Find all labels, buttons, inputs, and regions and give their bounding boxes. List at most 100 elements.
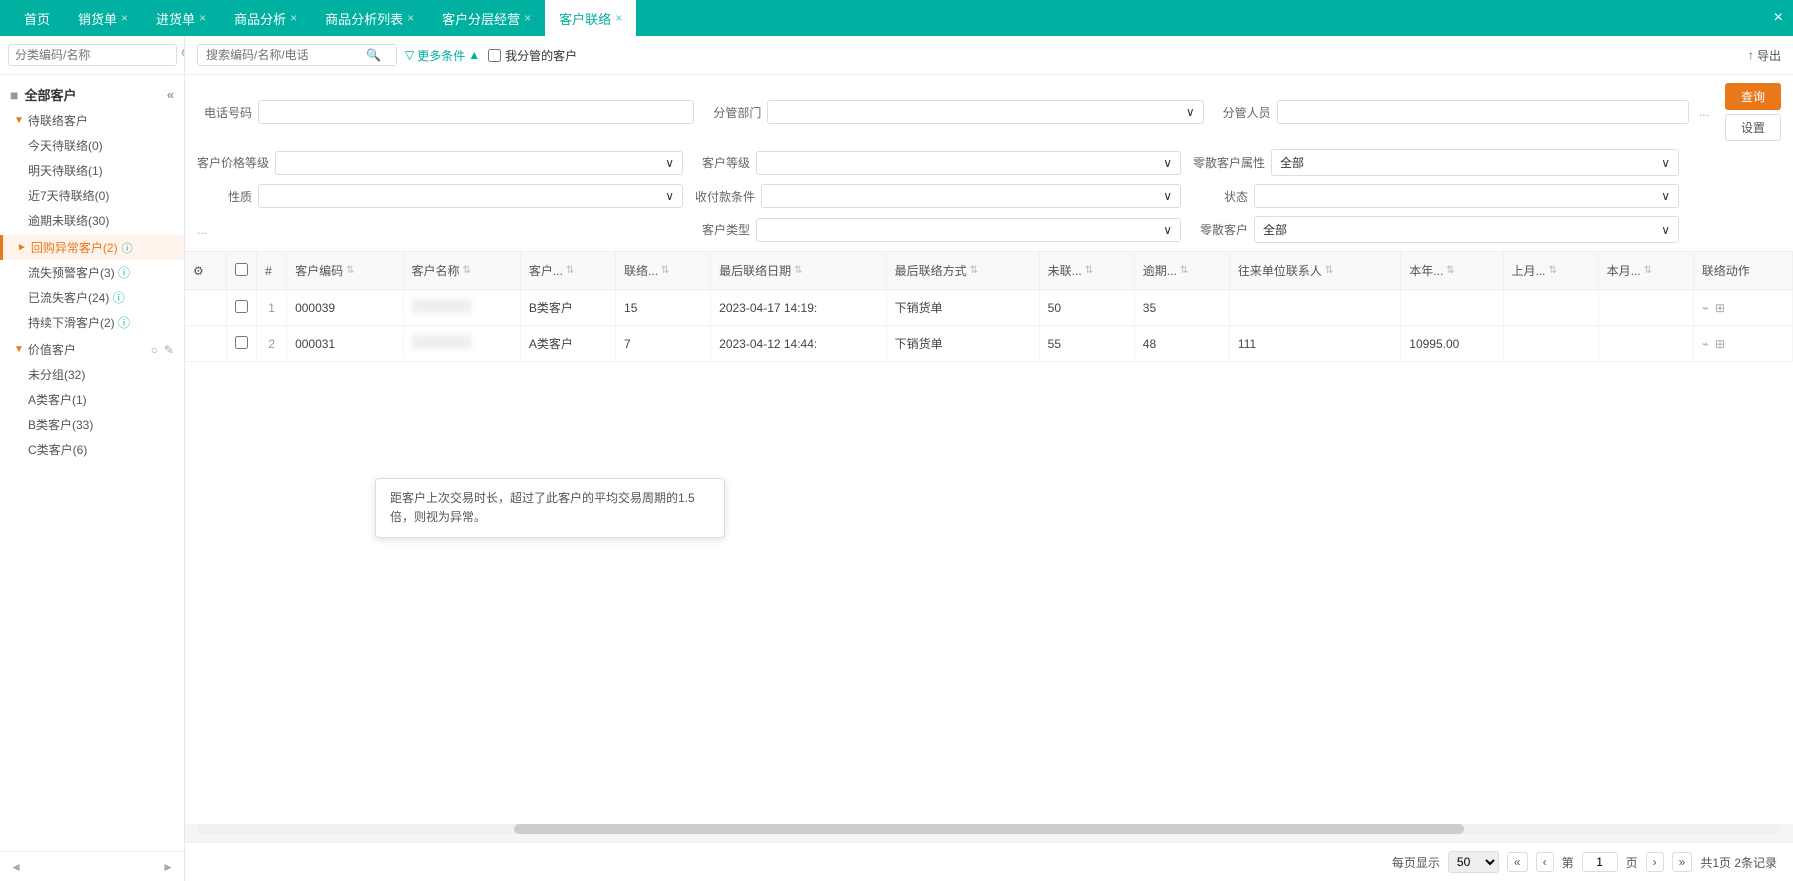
payment-select[interactable]: ∨	[761, 184, 1181, 208]
nav-home[interactable]: 首页	[10, 0, 64, 36]
col-category[interactable]: 客户... ⇅	[520, 252, 615, 290]
col-name[interactable]: 客户名称 ⇅	[403, 252, 520, 290]
sidebar-all-customers[interactable]: ■ 全部客户 «	[0, 81, 184, 108]
row2-action2-icon[interactable]: ⊞	[1715, 337, 1725, 351]
tree-item-unclassified[interactable]: 未分组(32)	[0, 362, 184, 387]
status-select[interactable]: ∨	[1254, 184, 1679, 208]
col-uncontacted[interactable]: 未联... ⇅	[1039, 252, 1134, 290]
col-overdue[interactable]: 逾期... ⇅	[1134, 252, 1229, 290]
customer-type-select[interactable]: ∨	[756, 218, 1181, 242]
col-this-year[interactable]: 本年... ⇅	[1401, 252, 1503, 290]
last-page-btn[interactable]: »	[1672, 852, 1693, 872]
tree-item-class-a[interactable]: A类客户(1)	[0, 387, 184, 412]
query-button[interactable]: 查询	[1725, 83, 1781, 110]
col-code[interactable]: 客户编码 ⇅	[287, 252, 403, 290]
nav-customer-contact[interactable]: 客户联络 ×	[545, 0, 636, 36]
scatter-customer-select[interactable]: 全部 ∨	[1254, 216, 1679, 243]
col-settings[interactable]: ⚙	[185, 252, 227, 290]
tooltip: 距客户上次交易时长，超过了此客户的平均交易周期的1.5倍，则视为异常。	[375, 478, 725, 538]
select-all-checkbox[interactable]	[235, 263, 248, 276]
col-last-contact-date[interactable]: 最后联络日期 ⇅	[711, 252, 886, 290]
row2-code: 000031	[287, 326, 403, 362]
close-all-tabs[interactable]: ×	[1774, 9, 1783, 27]
nav-customer-tier-close[interactable]: ×	[524, 11, 531, 25]
nav-analysis-close[interactable]: ×	[290, 11, 297, 25]
tree-item-7days[interactable]: 近7天待联络(0)	[0, 183, 184, 208]
nav-sales[interactable]: 销货单 ×	[64, 0, 142, 36]
row2-action1-icon[interactable]: ⌁	[1702, 337, 1709, 351]
settings-icon: ⚙	[193, 264, 204, 278]
section-pending-arrow: ▼	[14, 115, 24, 126]
nav-customer-tier[interactable]: 客户分层经营 ×	[428, 0, 545, 36]
col-last-contact-method[interactable]: 最后联络方式 ⇅	[886, 252, 1039, 290]
my-customers-checkbox[interactable]	[488, 49, 501, 62]
tree-item-today[interactable]: 今天待联络(0)	[0, 133, 184, 158]
sidebar-search-input[interactable]	[8, 44, 177, 66]
page-number-input[interactable]	[1582, 852, 1618, 872]
per-page-select[interactable]: 50 100 200	[1448, 851, 1499, 873]
nav-sales-close[interactable]: ×	[121, 11, 128, 25]
value-edit1-icon[interactable]: ○	[151, 343, 158, 357]
section-pending-title[interactable]: ▼ 待联络客户	[0, 108, 184, 133]
tree-item-lost[interactable]: 已流失客户(24) ⓘ	[0, 285, 184, 310]
row1-select[interactable]	[235, 300, 248, 313]
price-level-select[interactable]: ∨	[275, 151, 683, 175]
row1-checkbox	[227, 290, 257, 326]
tree-item-class-c[interactable]: C类客户(6)	[0, 437, 184, 462]
row1-settings	[185, 290, 227, 326]
next-page-btn[interactable]: ›	[1646, 852, 1664, 872]
col-company-contact[interactable]: 往来单位联系人 ⇅	[1229, 252, 1400, 290]
col-this-month[interactable]: 本月... ⇅	[1598, 252, 1693, 290]
settings-button[interactable]: 设置	[1725, 114, 1781, 141]
customers-table: ⚙ # 客户编码 ⇅ 客户名称 ⇅	[185, 252, 1793, 362]
scatter-attr-select[interactable]: 全部 ∨	[1271, 149, 1679, 176]
sidebar-bottom: ◄ ►	[0, 851, 184, 881]
nav-analysis-list-close[interactable]: ×	[407, 11, 414, 25]
sidebar-scroll-left[interactable]: ◄	[10, 860, 22, 874]
row1-method-link[interactable]: 下销货单	[895, 301, 943, 315]
customer-level-select[interactable]: ∨	[756, 151, 1181, 175]
nav-analysis-list[interactable]: 商品分析列表 ×	[311, 0, 428, 36]
phone-input[interactable]	[258, 100, 694, 124]
row2-select[interactable]	[235, 336, 248, 349]
col-contact[interactable]: 联络... ⇅	[616, 252, 711, 290]
nav-purchase[interactable]: 进货单 ×	[142, 0, 220, 36]
nav-customer-contact-close[interactable]: ×	[615, 11, 622, 25]
nav-analysis[interactable]: 商品分析 ×	[220, 0, 311, 36]
horizontal-scrollbar[interactable]	[197, 824, 1781, 834]
tree-item-overdue[interactable]: 逾期未联络(30)	[0, 208, 184, 233]
prev-page-btn[interactable]: ‹	[1536, 852, 1554, 872]
search-box: 🔍	[197, 44, 397, 66]
top-nav: 首页 销货单 × 进货单 × 商品分析 × 商品分析列表 × 客户分层经营 × …	[0, 0, 1793, 36]
tree-item-loss-warning[interactable]: 流失预警客户(3) ⓘ	[0, 260, 184, 285]
row1-company-contact	[1229, 290, 1400, 326]
row2-method-link[interactable]: 下销货单	[895, 337, 943, 351]
filter-row-1: 电话号码 分管部门 ∨ 分管人员 ... 查询 设置	[197, 83, 1781, 141]
sidebar-scroll-right[interactable]: ►	[162, 860, 174, 874]
main-search-input[interactable]	[206, 48, 366, 62]
tree-item-tomorrow[interactable]: 明天待联络(1)	[0, 158, 184, 183]
section-abnormal-title[interactable]: ► 回购异常客户(2) ⓘ	[0, 235, 184, 260]
first-page-btn[interactable]: «	[1507, 852, 1528, 872]
nav-purchase-close[interactable]: ×	[199, 11, 206, 25]
collapse-sidebar-icon[interactable]: «	[167, 87, 174, 102]
row1-action2-icon[interactable]: ⊞	[1715, 301, 1725, 315]
tree-item-class-b[interactable]: B类客户(33)	[0, 412, 184, 437]
row2-this-year: 10995.00	[1401, 326, 1503, 362]
export-btn[interactable]: ↑ 导出	[1748, 47, 1781, 64]
nature-select[interactable]: ∨	[258, 184, 683, 208]
value-edit2-icon[interactable]: ✎	[164, 343, 174, 357]
row1-action1-icon[interactable]: ⌁	[1702, 301, 1709, 315]
manager-more-icon[interactable]: ...	[1695, 105, 1713, 119]
department-select[interactable]: ∨	[767, 100, 1203, 124]
table-row: 1 000039 B类客户 15 2023-04-17 14:19: 下销货单 …	[185, 290, 1793, 326]
col-last-month[interactable]: 上月... ⇅	[1503, 252, 1598, 290]
manager-input[interactable]	[1277, 100, 1689, 124]
main-search-icon[interactable]: 🔍	[366, 48, 381, 62]
section-value-title[interactable]: ▼ 价值客户 ○ ✎	[0, 337, 184, 362]
more-filters-btn[interactable]: ▽ 更多条件 ▲	[405, 47, 480, 64]
price-level-chevron-icon: ∨	[665, 156, 674, 170]
more-dots[interactable]: ...	[197, 223, 207, 237]
tree-item-declining[interactable]: 持续下滑客户(2) ⓘ	[0, 310, 184, 335]
scrollbar-thumb[interactable]	[514, 824, 1464, 834]
